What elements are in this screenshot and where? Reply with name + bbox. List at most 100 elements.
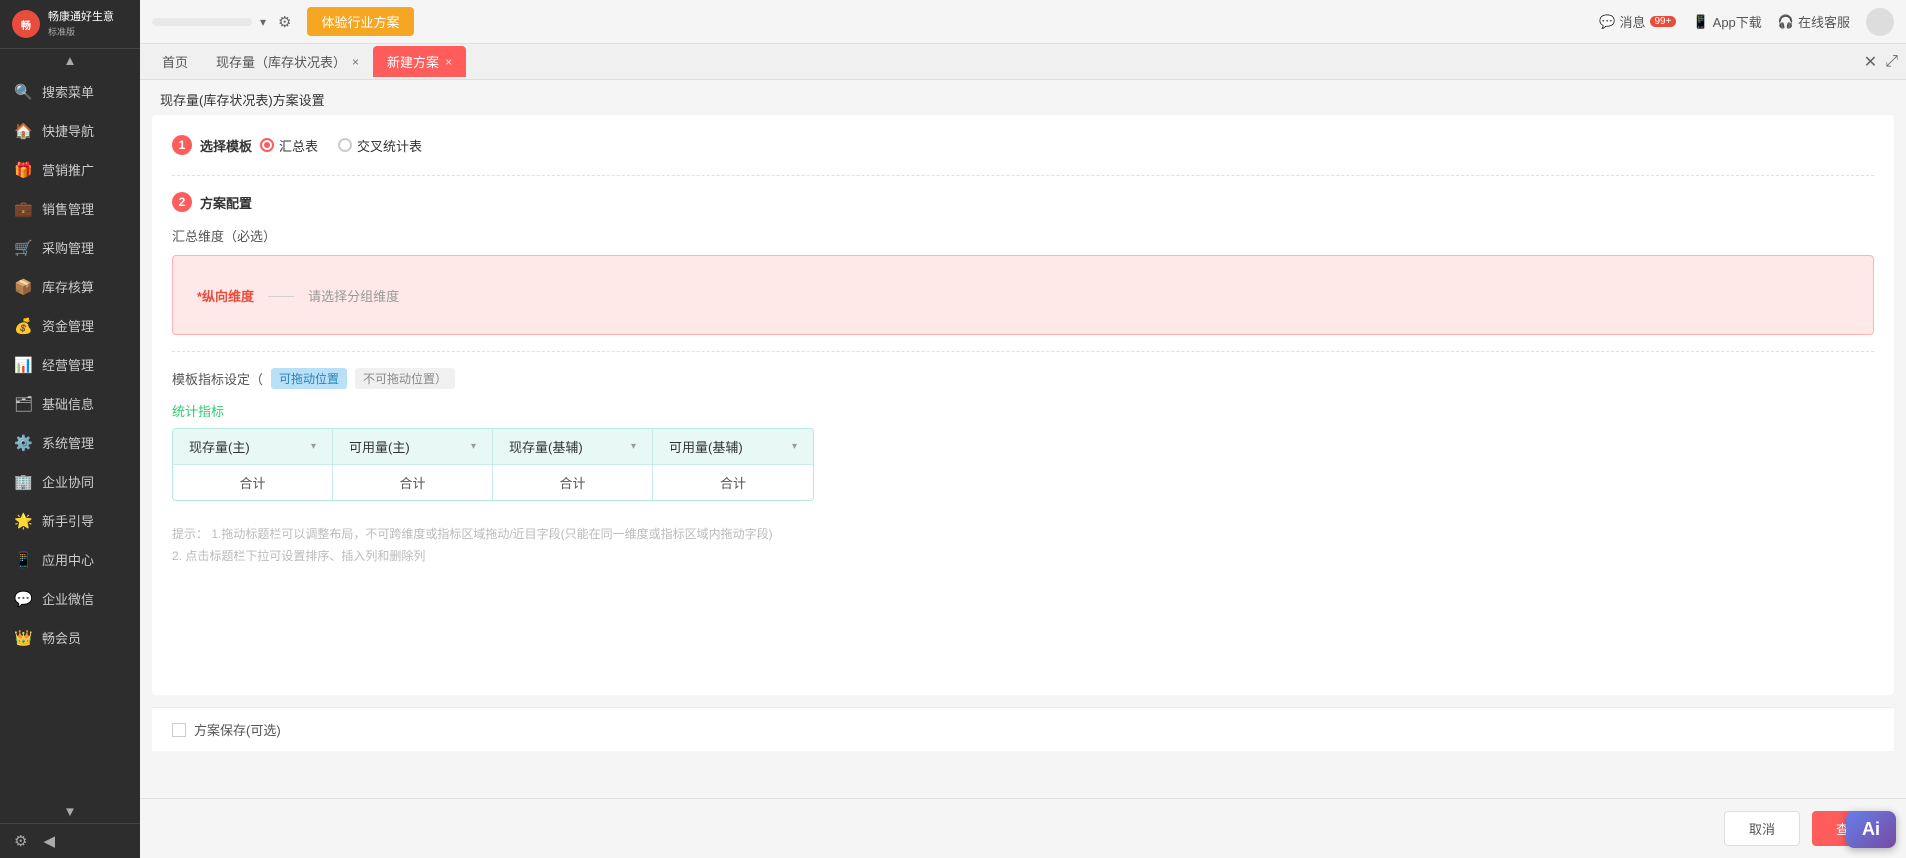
step2-section: 2 方案配置 汇总维度（必选） *纵向维度 —— 请选择分组维度 模板指标设定（ bbox=[172, 192, 1874, 567]
window-close-icon[interactable]: ✕ bbox=[1864, 52, 1877, 72]
sidebar-item-finance[interactable]: 💰 资金管理 bbox=[0, 306, 140, 345]
stats-col-cell-1: 合计 bbox=[333, 464, 493, 500]
chevron-down-icon-1: ▾ bbox=[471, 441, 476, 452]
cancel-button[interactable]: 取消 bbox=[1724, 811, 1800, 846]
sidebar-icon-inventory: 📦 bbox=[14, 278, 32, 296]
sidebar-label-shortcut: 快捷导航 bbox=[42, 121, 94, 140]
sidebar-label-sales: 销售管理 bbox=[42, 199, 94, 218]
step1-title: 选择模板 bbox=[200, 136, 252, 155]
stats-col-header-0[interactable]: 现存量(主)▾ bbox=[173, 429, 333, 464]
message-badge: 99+ bbox=[1650, 16, 1677, 27]
settings-icon[interactable]: ⚙ bbox=[14, 832, 27, 850]
save-checkbox[interactable] bbox=[172, 723, 186, 737]
sidebar-item-sales[interactable]: 💼 销售管理 bbox=[0, 189, 140, 228]
collapse-icon[interactable]: ◀ bbox=[43, 832, 55, 850]
sidebar-icon-wechat: 💬 bbox=[14, 590, 32, 608]
sidebar-item-business[interactable]: 📊 经营管理 bbox=[0, 345, 140, 384]
sidebar-item-wechat[interactable]: 💬 企业微信 bbox=[0, 579, 140, 618]
online-service-label: 在线客服 bbox=[1798, 12, 1850, 31]
app-download-item[interactable]: 📱 App下载 bbox=[1692, 12, 1761, 31]
step2-badge: 2 bbox=[172, 192, 192, 212]
trial-button[interactable]: 体验行业方案 bbox=[307, 7, 413, 36]
sidebar-item-shortcut[interactable]: 🏠 快捷导航 bbox=[0, 111, 140, 150]
sidebar-label-search: 搜索菜单 bbox=[42, 82, 94, 101]
page-title: 现存量(库存状况表)方案设置 bbox=[140, 80, 1906, 115]
sidebar-icon-finance: 💰 bbox=[14, 317, 32, 335]
tab-home[interactable]: 首页 bbox=[148, 46, 202, 77]
sidebar-label-business: 经营管理 bbox=[42, 355, 94, 374]
sidebar-icon-enterprise: 🏢 bbox=[14, 473, 32, 491]
stats-table-body: 合计合计合计合计 bbox=[173, 464, 813, 500]
sidebar-label-finance: 资金管理 bbox=[42, 316, 94, 335]
dimension-label: 汇总维度（必选） bbox=[172, 226, 1874, 245]
dropdown-icon[interactable]: ▾ bbox=[260, 15, 266, 29]
sidebar-item-basic[interactable]: 🗂 基础信息 bbox=[0, 384, 140, 423]
topbar-right: 💬 消息 99+ 📱 App下载 🎧 在线客服 bbox=[1599, 8, 1894, 36]
sidebar-item-appcenter[interactable]: 📱 应用中心 bbox=[0, 540, 140, 579]
logo-badge: 标准版 bbox=[48, 25, 114, 38]
sidebar-item-member[interactable]: 👑 畅会员 bbox=[0, 618, 140, 657]
stats-col-header-label-1: 可用量(主) bbox=[349, 437, 410, 456]
tab-new-plan[interactable]: 新建方案 × bbox=[373, 46, 466, 77]
sidebar-item-system[interactable]: ⚙️ 系统管理 bbox=[0, 423, 140, 462]
non-draggable-badge: 不可拖动位置） bbox=[355, 368, 455, 389]
content-area: 现存量(库存状况表)方案设置 1 选择模板 汇总表 交叉统计表 bbox=[140, 80, 1906, 798]
stats-col-cell-2: 合计 bbox=[493, 464, 653, 500]
sidebar-label-enterprise: 企业协同 bbox=[42, 472, 94, 491]
sidebar-item-marketing[interactable]: 🎁 营销推广 bbox=[0, 150, 140, 189]
tabbar-right: ✕ ⤢ bbox=[1864, 52, 1898, 72]
app-download-label: App下载 bbox=[1713, 12, 1762, 31]
gear-icon[interactable]: ⚙ bbox=[278, 13, 291, 31]
sidebar-scroll-up[interactable]: ▲ bbox=[0, 49, 140, 72]
sidebar-item-purchase[interactable]: 🛒 采购管理 bbox=[0, 228, 140, 267]
stats-col-header-2[interactable]: 现存量(基辅)▾ bbox=[493, 429, 653, 464]
sidebar-label-member: 畅会员 bbox=[42, 628, 81, 647]
dimension-placeholder: *纵向维度 —— 请选择分组维度 bbox=[197, 286, 399, 305]
sidebar-icon-marketing: 🎁 bbox=[14, 161, 32, 179]
stats-col-cell-0: 合计 bbox=[173, 464, 333, 500]
radio-cross[interactable]: 交叉统计表 bbox=[338, 136, 422, 155]
sidebar-scroll-down[interactable]: ▼ bbox=[0, 800, 140, 823]
footer-bar: 取消 查询 bbox=[140, 798, 1906, 858]
sidebar-label-basic: 基础信息 bbox=[42, 394, 94, 413]
stats-col-header-3[interactable]: 可用量(基辅)▾ bbox=[653, 429, 813, 464]
window-expand-icon[interactable]: ⤢ bbox=[1885, 53, 1898, 71]
stats-col-cell-3: 合计 bbox=[653, 464, 813, 500]
tabbar: 首页 现存量（库存状况表） × 新建方案 × ✕ ⤢ bbox=[140, 44, 1906, 80]
sidebar-label-newguide: 新手引导 bbox=[42, 511, 94, 530]
online-service-item[interactable]: 🎧 在线客服 bbox=[1778, 12, 1850, 31]
step1-header: 1 选择模板 汇总表 交叉统计表 bbox=[172, 135, 1874, 155]
stats-col-header-label-2: 现存量(基辅) bbox=[509, 437, 583, 456]
stats-col-header-label-3: 可用量(基辅) bbox=[669, 437, 743, 456]
sidebar-item-newguide[interactable]: 🌟 新手引导 bbox=[0, 501, 140, 540]
tips-section: 提示： 1.拖动标题栏可以调整布局，不可跨维度或指标区域拖动/近目字段(只能在同… bbox=[172, 524, 1874, 567]
sidebar-item-search[interactable]: 🔍 搜索菜单 bbox=[0, 72, 140, 111]
search-box bbox=[152, 18, 252, 26]
config-panel: 1 选择模板 汇总表 交叉统计表 bbox=[152, 115, 1894, 695]
tab-new-plan-label: 新建方案 bbox=[387, 52, 439, 71]
sidebar-icon-business: 📊 bbox=[14, 356, 32, 374]
dimension-box[interactable]: *纵向维度 —— 请选择分组维度 bbox=[172, 255, 1874, 335]
step-divider-2 bbox=[172, 351, 1874, 352]
message-item[interactable]: 💬 消息 99+ bbox=[1599, 12, 1676, 31]
logo-icon: 畅 bbox=[12, 10, 40, 38]
tab-new-plan-close-icon[interactable]: × bbox=[445, 55, 452, 69]
sidebar-icon-purchase: 🛒 bbox=[14, 239, 32, 257]
radio-cross-label: 交叉统计表 bbox=[357, 136, 422, 155]
tab-inventory-close-icon[interactable]: × bbox=[352, 55, 359, 69]
sidebar-item-enterprise[interactable]: 🏢 企业协同 bbox=[0, 462, 140, 501]
step2-title: 方案配置 bbox=[200, 193, 252, 212]
sidebar-item-inventory[interactable]: 📦 库存核算 bbox=[0, 267, 140, 306]
save-option: 方案保存(可选) bbox=[152, 707, 1894, 751]
tab-inventory-status[interactable]: 现存量（库存状况表） × bbox=[202, 46, 373, 77]
radio-summary[interactable]: 汇总表 bbox=[260, 136, 318, 155]
ai-float-button[interactable]: Ai bbox=[1846, 811, 1896, 848]
user-avatar[interactable] bbox=[1866, 8, 1894, 36]
step1-section: 1 选择模板 汇总表 交叉统计表 bbox=[172, 135, 1874, 155]
dimension-hint: 请选择分组维度 bbox=[308, 286, 399, 305]
tab-inventory-status-label: 现存量（库存状况表） bbox=[216, 52, 346, 71]
stats-col-header-1[interactable]: 可用量(主) ▾ bbox=[333, 429, 493, 464]
message-label: 消息 bbox=[1619, 12, 1645, 31]
draggable-badge: 可拖动位置 bbox=[271, 368, 347, 389]
step2-header: 2 方案配置 bbox=[172, 192, 1874, 212]
